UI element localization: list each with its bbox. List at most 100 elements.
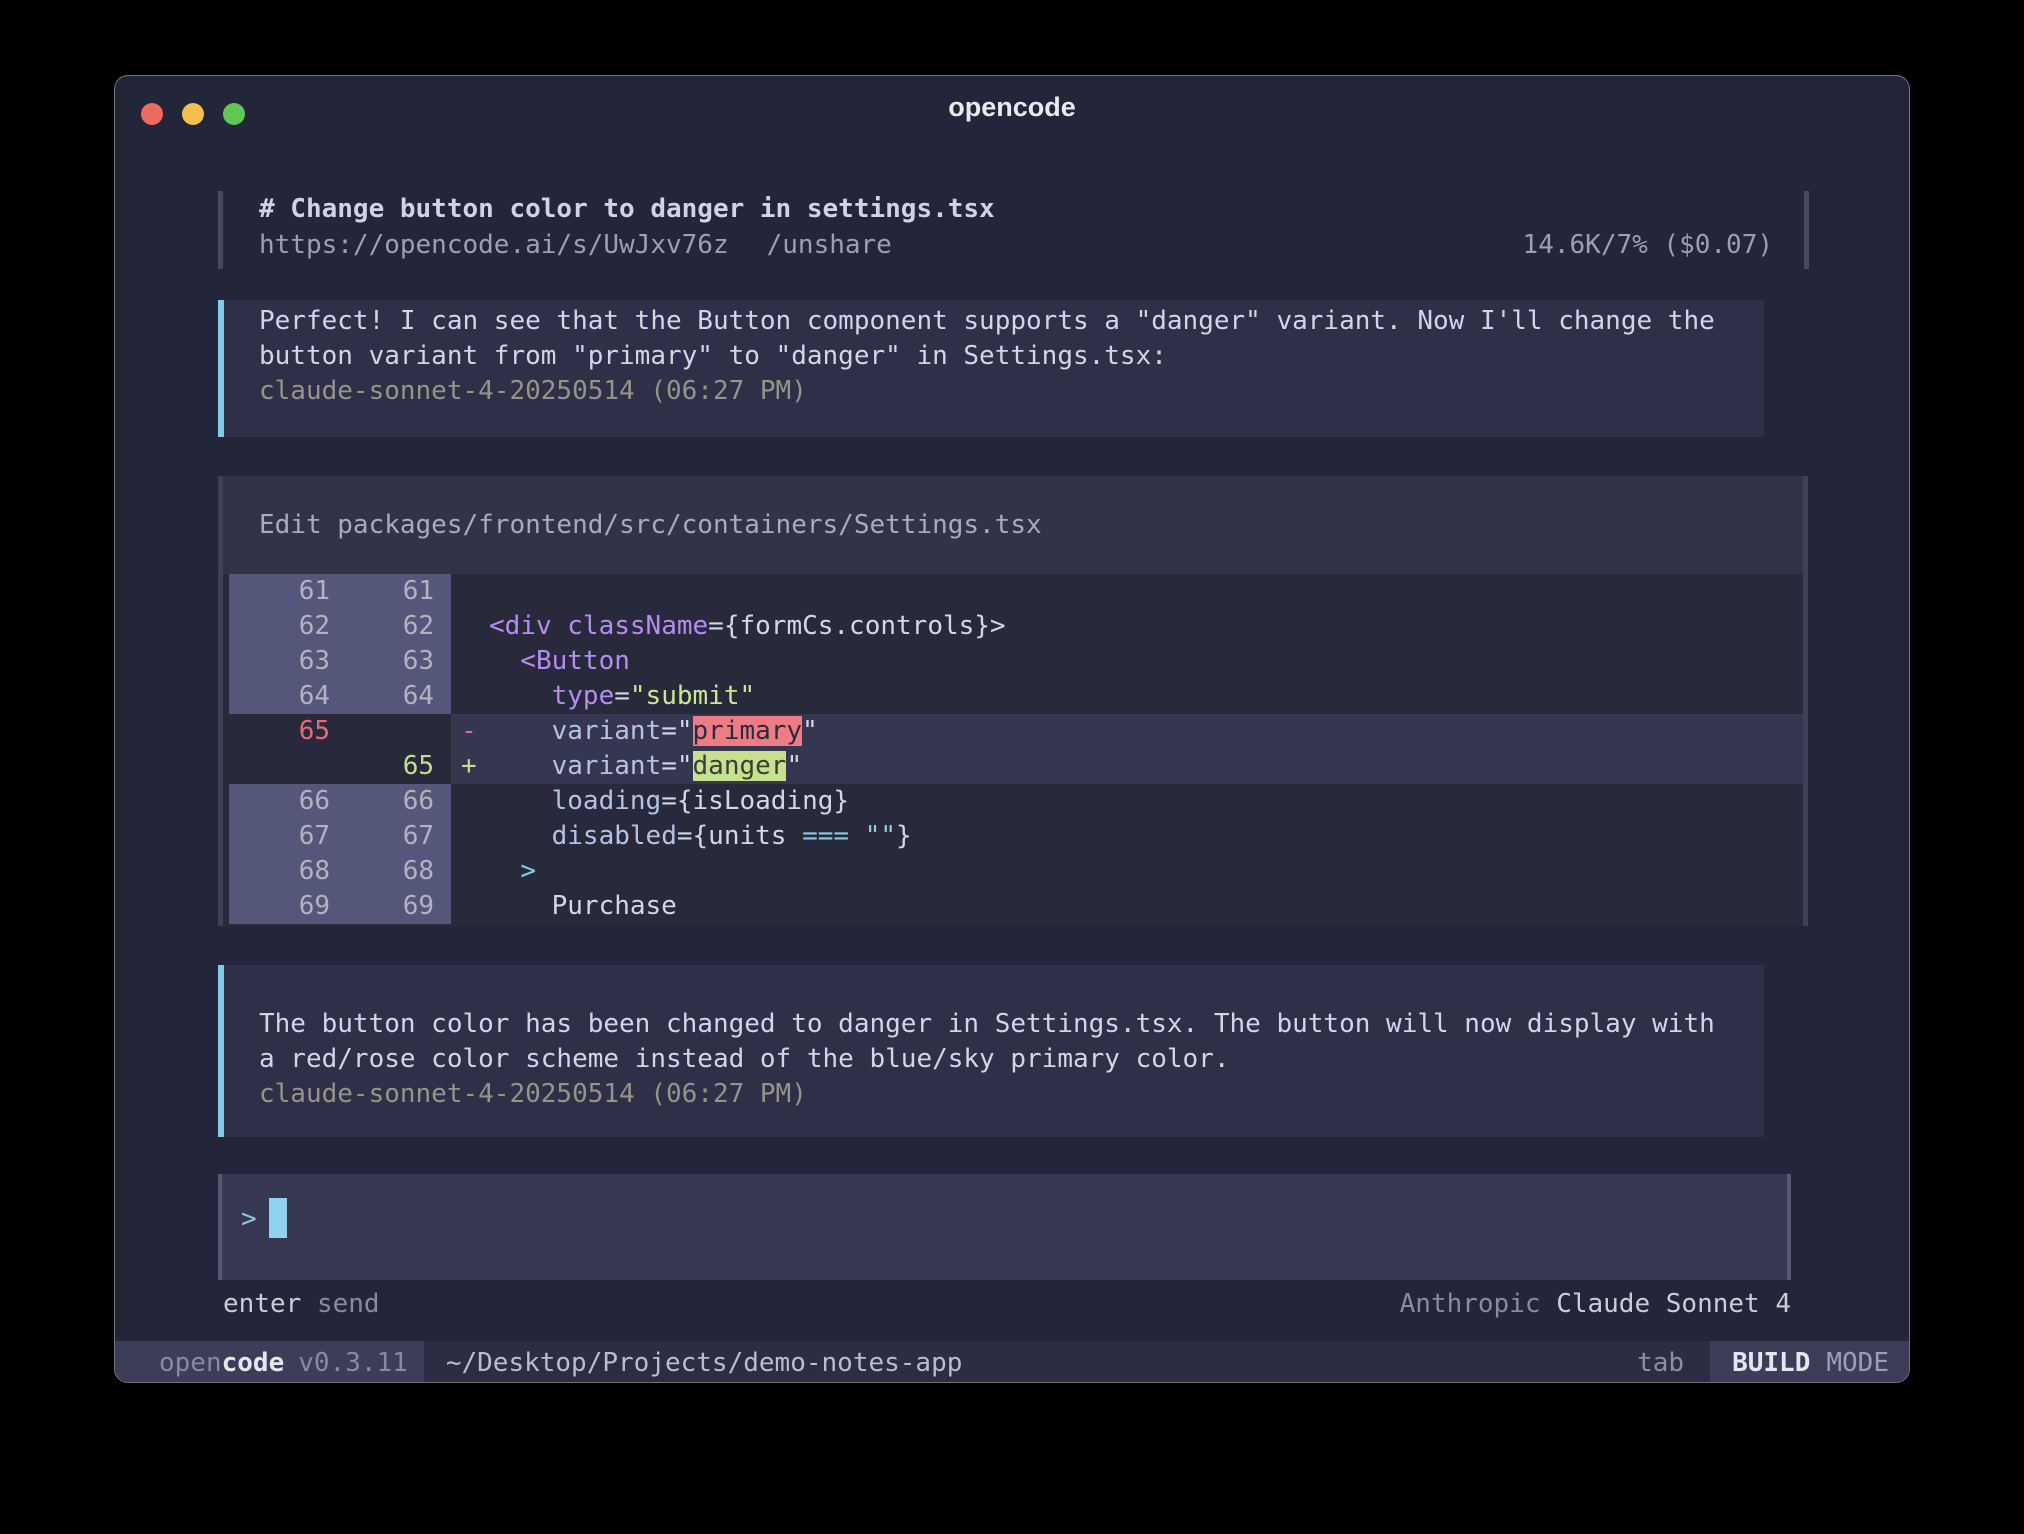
old-line-number: 61 <box>229 574 330 609</box>
diff-gutter: 65 <box>229 714 451 749</box>
edit-tool-card: Edit packages/frontend/src/containers/Se… <box>218 476 1808 926</box>
share-url[interactable]: https://opencode.ai/s/UwJxv76z <box>259 227 729 263</box>
app-name-code: code <box>222 1348 285 1378</box>
new-line-number: 69 <box>330 889 445 924</box>
code-token <box>489 716 552 746</box>
app-window: opencode # Change button color to danger… <box>114 75 1910 1383</box>
code-token: Purchase <box>489 891 677 921</box>
diff-gutter: 6161 <box>229 574 451 609</box>
new-line-number: 65 <box>330 749 445 784</box>
diff-code-area: > <box>451 854 1803 889</box>
code-token: "" <box>865 821 896 851</box>
diff-row: 6262 <div className={formCs.controls}> <box>223 609 1803 644</box>
code-token <box>849 821 865 851</box>
new-line-number: 68 <box>330 854 445 889</box>
model-name: Claude Sonnet 4 <box>1556 1289 1791 1319</box>
diff-row: 6666 loading={isLoading} <box>223 784 1803 819</box>
code-line: Purchase <box>481 889 1803 924</box>
diff-code-area: <div className={formCs.controls}> <box>451 609 1803 644</box>
new-line-number: 66 <box>330 784 445 819</box>
code-token <box>552 611 568 641</box>
diff-marker <box>451 644 481 679</box>
app-name-open: open <box>159 1348 222 1378</box>
code-token: " <box>802 716 818 746</box>
diff-gutter: 6868 <box>229 854 451 889</box>
diff-gutter: 65 <box>229 749 451 784</box>
code-line: type="submit" <box>481 679 1803 714</box>
old-line-number: 63 <box>229 644 330 679</box>
tab-hint[interactable]: tab <box>1637 1348 1684 1378</box>
diff-marker: - <box>451 714 481 749</box>
new-line-number: 67 <box>330 819 445 854</box>
hint-row: enter send Anthropic Claude Sonnet 4 <box>218 1289 1809 1319</box>
mode-segment[interactable]: BUILDMODE <box>1710 1341 1910 1383</box>
code-token <box>489 821 552 851</box>
diff-marker: + <box>451 749 481 784</box>
hint-action: send <box>317 1289 380 1319</box>
unshare-command[interactable]: /unshare <box>767 227 892 263</box>
code-token: } <box>896 821 912 851</box>
diff-code-area: <Button <box>451 644 1803 679</box>
model-indicator: Anthropic Claude Sonnet 4 <box>1400 1289 1791 1319</box>
old-line-number: 68 <box>229 854 330 889</box>
assistant-message: The button color has been changed to dan… <box>218 965 1764 1137</box>
diff-marker <box>451 784 481 819</box>
text-cursor <box>269 1198 287 1238</box>
diff-marker <box>451 854 481 889</box>
message-text: a red/rose color scheme instead of the b… <box>259 1042 1764 1077</box>
message-model-meta: claude-sonnet-4-20250514 (06:27 PM) <box>259 374 1764 409</box>
code-token <box>489 786 552 816</box>
diff-row: 6363 <Button <box>223 644 1803 679</box>
code-token: = <box>614 681 630 711</box>
code-token: disabled <box>552 821 677 851</box>
code-line: <div className={formCs.controls}> <box>481 609 1803 644</box>
code-token: === <box>802 821 849 851</box>
new-line-number: 63 <box>330 644 445 679</box>
diff-code-area: Purchase <box>451 889 1803 924</box>
window-title: opencode <box>115 92 1909 123</box>
diff-code-area <box>451 574 1803 609</box>
old-line-number: 62 <box>229 609 330 644</box>
provider-name: Anthropic <box>1400 1289 1541 1319</box>
new-line-number: 64 <box>330 679 445 714</box>
app-version: v0.3.11 <box>298 1348 408 1378</box>
code-line <box>481 574 1803 609</box>
message-text: The button color has been changed to dan… <box>259 1007 1764 1042</box>
old-line-number: 65 <box>229 714 330 749</box>
old-line-number: 67 <box>229 819 330 854</box>
code-token: <Button <box>489 646 630 676</box>
code-token: <div <box>489 611 552 641</box>
code-token: loading <box>552 786 662 816</box>
diff-view: 61616262 <div className={formCs.controls}… <box>223 574 1803 924</box>
new-line-number: 62 <box>330 609 445 644</box>
status-bar: opencodev0.3.11 ~/Desktop/Projects/demo-… <box>115 1341 1910 1383</box>
mode-value: BUILD <box>1732 1348 1810 1378</box>
titlebar: opencode <box>115 76 1909 134</box>
message-model-meta: claude-sonnet-4-20250514 (06:27 PM) <box>259 1077 1764 1112</box>
prompt-input[interactable]: > <box>218 1174 1791 1280</box>
old-line-number <box>229 749 330 784</box>
code-token: {isLoading} <box>677 786 849 816</box>
diff-gutter: 6767 <box>229 819 451 854</box>
token-usage: 14.6K/7% ($0.07) <box>1523 227 1809 263</box>
diff-gutter: 6464 <box>229 679 451 714</box>
app-version-segment: opencode v0.3.11 <box>115 1341 424 1383</box>
code-token <box>489 681 552 711</box>
diff-row: 6464 type="submit" <box>223 679 1803 714</box>
new-line-number <box>330 714 445 749</box>
code-token: variant <box>552 751 662 781</box>
diff-gutter: 6969 <box>229 889 451 924</box>
code-line: disabled={units === ""} <box>481 819 1803 854</box>
old-line-number: 64 <box>229 679 330 714</box>
diff-row: 6161 <box>223 574 1803 609</box>
code-token: =" <box>661 751 692 781</box>
diff-gutter: 6262 <box>229 609 451 644</box>
code-token: type <box>552 681 615 711</box>
diff-gutter: 6666 <box>229 784 451 819</box>
diff-marker <box>451 889 481 924</box>
diff-code-area: + variant="danger" <box>451 749 1803 784</box>
code-line: <Button <box>481 644 1803 679</box>
hint-key: enter <box>223 1289 301 1319</box>
code-token: "submit" <box>630 681 755 711</box>
old-line-number: 66 <box>229 784 330 819</box>
